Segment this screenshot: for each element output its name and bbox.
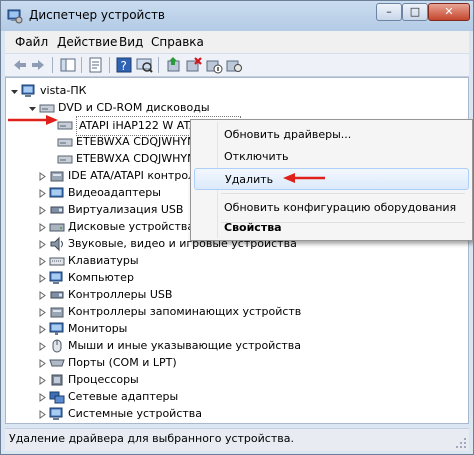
resize-grip-icon[interactable]	[455, 437, 467, 449]
minimize-button[interactable]: –	[376, 3, 402, 21]
back-arrow-icon[interactable]	[11, 56, 29, 74]
menu-item-label: Отключить	[224, 150, 289, 163]
svg-text:?: ?	[121, 59, 127, 73]
category-label: Процессоры	[68, 373, 139, 386]
help-icon[interactable]: ?	[115, 56, 133, 74]
expand-arrow-icon[interactable]	[38, 376, 47, 385]
menu-item-scan-hardware[interactable]: Обновить конфигурацию оборудования	[194, 197, 469, 219]
category-label: Компьютер	[68, 271, 134, 284]
category-label: Сетевые адаптеры	[68, 390, 179, 403]
dvd-drive-icon	[57, 155, 73, 164]
menu-item-properties[interactable]: Свойства	[194, 218, 469, 238]
usb-virtualization-icon	[50, 206, 64, 214]
expand-arrow-icon[interactable]	[38, 189, 47, 198]
category-label: Контроллеры USB	[68, 288, 173, 301]
storage-controller-icon	[50, 307, 64, 318]
show-hide-tree-icon[interactable]	[59, 56, 77, 74]
menu-item-label: Обновить конфигурацию оборудования	[224, 201, 457, 214]
ide-controller-icon	[50, 171, 64, 182]
category-label: Мониторы	[68, 322, 128, 335]
expand-arrow-icon[interactable]	[38, 410, 47, 419]
menu-bar: Файл Действие Вид Справка	[5, 31, 469, 53]
device-label: ETEBWXA CDQJWHYN	[76, 152, 196, 165]
processor-icon	[51, 374, 63, 386]
system-devices-icon	[49, 407, 63, 420]
menu-item-disable[interactable]: Отключить	[194, 146, 469, 168]
computer-icon	[21, 84, 35, 97]
display-adapter-icon	[49, 187, 64, 198]
category-label: DVD и CD-ROM дисководы	[58, 101, 210, 114]
menu-item-update-drivers[interactable]: Обновить драйверы...	[194, 124, 469, 146]
menu-item-label: Удалить	[225, 173, 274, 186]
menu-file[interactable]: Файл	[15, 35, 48, 49]
menu-action[interactable]: Действие	[57, 35, 117, 49]
menu-item-uninstall[interactable]: Удалить	[194, 168, 469, 190]
device-label: ETEBWXA CDQJWHYN	[76, 135, 196, 148]
category-label: Виртуализация USB	[68, 203, 184, 216]
network-adapter-icon	[49, 391, 65, 404]
menu-separator	[221, 193, 465, 194]
update-driver-icon[interactable]	[165, 56, 183, 74]
dvd-drive-icon	[57, 138, 73, 147]
menu-help[interactable]: Справка	[151, 35, 204, 49]
collapse-arrow-icon[interactable]	[10, 87, 19, 96]
status-bar: Удаление драйвера для выбранного устройс…	[5, 428, 469, 451]
expand-arrow-icon[interactable]	[38, 342, 47, 351]
category-label: Системные устройства	[68, 407, 202, 420]
toolbar-separator	[52, 57, 53, 73]
context-menu: Обновить драйверы... Отключить Удалить О…	[190, 119, 473, 241]
root-label: vista-ПК	[40, 84, 87, 97]
status-text: Удаление драйвера для выбранного устройс…	[9, 432, 294, 445]
expand-arrow-icon[interactable]	[38, 172, 47, 181]
toolbar: ?	[5, 53, 469, 77]
device-manager-window: Диспетчер устройств – □ ✕ Файл Действие …	[0, 0, 474, 455]
expand-arrow-icon[interactable]	[38, 240, 47, 249]
uninstall-icon[interactable]	[185, 56, 203, 74]
category-label: Контроллеры запоминающих устройств	[68, 305, 302, 318]
close-button[interactable]: ✕	[428, 3, 470, 21]
category-label: Порты (COM и LPT)	[68, 356, 177, 369]
maximize-button[interactable]: □	[402, 3, 428, 21]
category-label: Клавиатуры	[68, 254, 139, 267]
category-label: Видеоадаптеры	[68, 186, 161, 199]
annotation-arrow	[8, 115, 58, 125]
expand-arrow-icon[interactable]	[38, 393, 47, 402]
usb-controller-icon	[50, 291, 64, 299]
expand-arrow-icon[interactable]	[38, 223, 47, 232]
device-manager-icon	[7, 9, 23, 24]
expand-arrow-icon[interactable]	[38, 274, 47, 283]
scan-hardware-icon[interactable]	[135, 56, 153, 74]
menu-view[interactable]: Вид	[119, 35, 143, 49]
menu-item-label: Свойства	[224, 221, 282, 234]
speaker-icon	[50, 236, 63, 252]
expand-arrow-icon[interactable]	[38, 359, 47, 368]
port-icon	[49, 359, 65, 367]
expand-arrow-icon[interactable]	[38, 291, 47, 300]
enable-device-icon[interactable]	[225, 56, 243, 74]
window-title: Диспетчер устройств	[29, 8, 166, 22]
mouse-icon	[52, 339, 62, 353]
category-label: Мыши и иные указывающие устройства	[68, 339, 302, 352]
computer-icon	[49, 271, 63, 284]
title-bar[interactable]: Диспетчер устройств – □ ✕	[1, 1, 473, 31]
monitor-icon	[49, 322, 64, 335]
disk-drive-icon	[49, 223, 65, 232]
properties-icon[interactable]	[87, 56, 105, 74]
expand-arrow-icon[interactable]	[38, 206, 47, 215]
expand-arrow-icon[interactable]	[38, 257, 47, 266]
disable-device-icon[interactable]	[205, 56, 223, 74]
forward-arrow-icon[interactable]	[29, 56, 47, 74]
toolbar-separator	[81, 57, 82, 73]
menu-item-label: Обновить драйверы...	[224, 128, 352, 141]
category-label: Дисковые устройства	[68, 220, 195, 233]
expand-arrow-icon[interactable]	[38, 308, 47, 317]
toolbar-separator	[158, 57, 159, 73]
annotation-arrow	[283, 173, 325, 183]
toolbar-separator	[109, 57, 110, 73]
keyboard-icon	[49, 257, 65, 266]
expand-arrow-icon[interactable]	[38, 325, 47, 334]
